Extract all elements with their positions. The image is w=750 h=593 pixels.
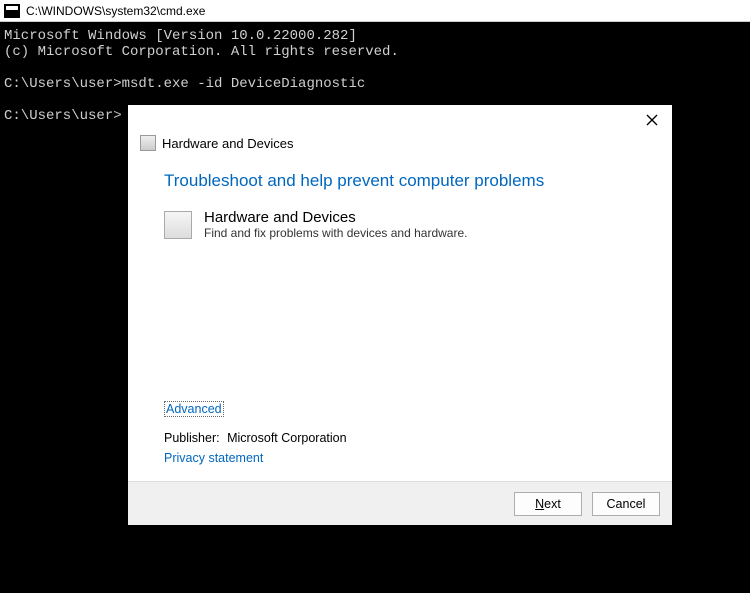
dialog-header: Hardware and Devices [128,135,672,163]
troubleshooter-item[interactable]: Hardware and Devices Find and fix proble… [164,209,636,240]
privacy-link[interactable]: Privacy statement [164,451,263,465]
close-icon [646,114,658,126]
troubleshooter-text: Hardware and Devices Find and fix proble… [204,209,467,240]
next-accelerator: N [535,497,544,511]
troubleshooter-icon [140,135,156,151]
next-button[interactable]: Next [514,492,582,516]
publisher-row: Publisher: Microsoft Corporation [164,431,347,445]
dialog-body: Troubleshoot and help prevent computer p… [128,163,672,481]
console-prompt: C:\Users\user> [4,76,122,92]
advanced-link[interactable]: Advanced [164,401,224,417]
cmd-titlebar: C:\WINDOWS\system32\cmd.exe [0,0,750,22]
dialog-lower: Advanced Publisher: Microsoft Corporatio… [164,401,347,465]
console-line: Microsoft Windows [Version 10.0.22000.28… [4,28,357,44]
next-rest: ext [544,497,561,511]
cancel-button[interactable]: Cancel [592,492,660,516]
publisher-value: Microsoft Corporation [227,431,347,445]
troubleshooter-dialog: Hardware and Devices Troubleshoot and he… [128,105,672,525]
troubleshooter-item-title: Hardware and Devices [204,209,467,226]
console-prompt: C:\Users\user> [4,108,122,124]
dialog-heading: Troubleshoot and help prevent computer p… [164,171,636,191]
console-command: msdt.exe -id DeviceDiagnostic [122,76,366,92]
dialog-chrome [128,105,672,135]
hardware-icon [164,211,192,239]
publisher-label: Publisher: [164,431,220,445]
cmd-icon [4,4,20,18]
close-button[interactable] [632,105,672,135]
console-line: (c) Microsoft Corporation. All rights re… [4,44,399,60]
dialog-footer: Next Cancel [128,481,672,525]
troubleshooter-item-desc: Find and fix problems with devices and h… [204,226,467,240]
cmd-title-path: C:\WINDOWS\system32\cmd.exe [26,4,205,18]
dialog-header-title: Hardware and Devices [162,136,294,151]
